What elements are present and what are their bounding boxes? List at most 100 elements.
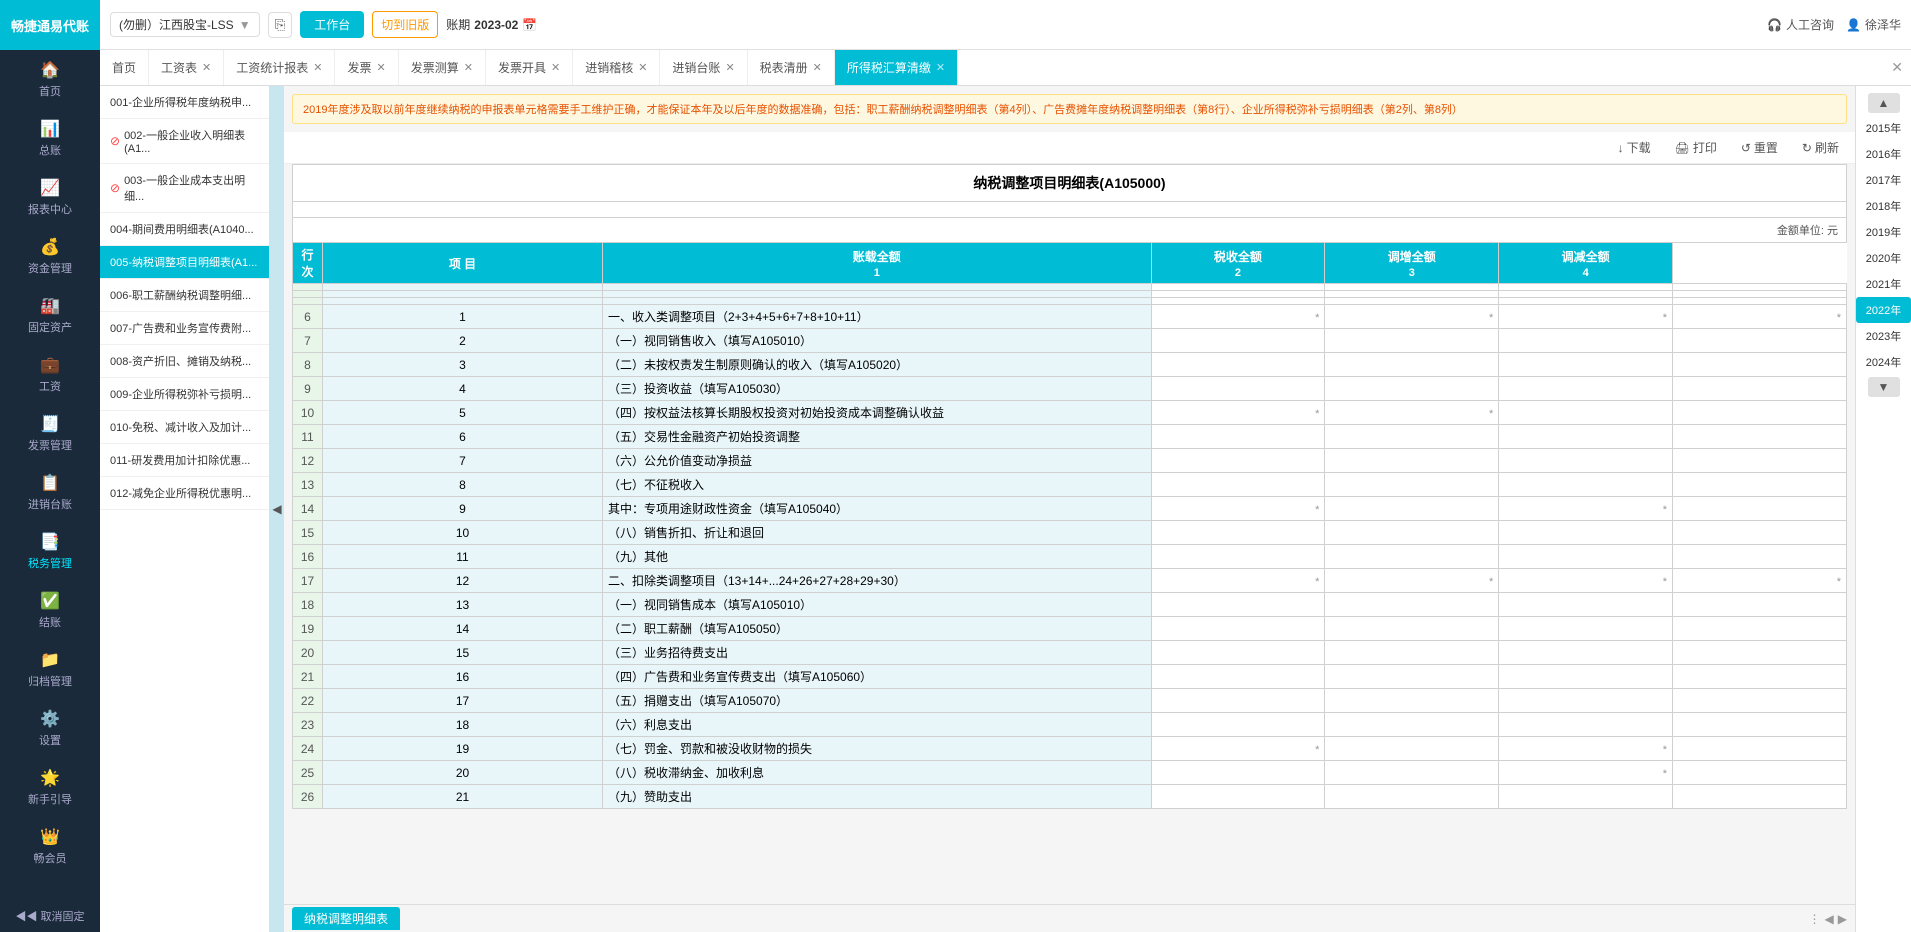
- data-cell-17-0[interactable]: [1151, 641, 1325, 665]
- user-menu[interactable]: 👤 徐泽华: [1846, 16, 1901, 33]
- data-cell-17-3[interactable]: [1673, 641, 1847, 665]
- data-cell-8-3[interactable]: [1673, 425, 1847, 449]
- data-cell-19-0[interactable]: [1151, 689, 1325, 713]
- tab-2[interactable]: 工资统计报表✕: [224, 50, 335, 85]
- data-cell-1-0[interactable]: [1151, 291, 1325, 298]
- data-cell-15-0[interactable]: [1151, 593, 1325, 617]
- data-cell-5-3[interactable]: [1673, 353, 1847, 377]
- data-cell-15-2[interactable]: [1499, 593, 1673, 617]
- data-cell-10-2[interactable]: [1499, 473, 1673, 497]
- data-cell-12-0[interactable]: [1151, 521, 1325, 545]
- data-cell-10-1[interactable]: [1325, 473, 1499, 497]
- data-cell-5-1[interactable]: [1325, 353, 1499, 377]
- data-cell-7-3[interactable]: [1673, 401, 1847, 425]
- data-cell-3-1[interactable]: *: [1325, 305, 1499, 329]
- data-cell-16-2[interactable]: [1499, 617, 1673, 641]
- help-button[interactable]: 🎧 人工咨询: [1767, 16, 1834, 33]
- data-cell-10-3[interactable]: [1673, 473, 1847, 497]
- company-selector[interactable]: (勿删）江西股宝-LSS ▼: [110, 12, 260, 37]
- data-cell-2-1[interactable]: [1325, 298, 1499, 305]
- year-item-9[interactable]: 2024年: [1856, 349, 1911, 375]
- data-cell-18-1[interactable]: [1325, 665, 1499, 689]
- data-cell-21-1[interactable]: [1325, 737, 1499, 761]
- data-cell-11-3[interactable]: [1673, 497, 1847, 521]
- workbench-button[interactable]: 工作台: [300, 11, 364, 38]
- sidebar-item-9[interactable]: ✅结账: [0, 581, 100, 640]
- old-version-button[interactable]: 切到旧版: [372, 11, 438, 38]
- data-cell-4-3[interactable]: [1673, 329, 1847, 353]
- data-cell-9-0[interactable]: [1151, 449, 1325, 473]
- year-item-6[interactable]: 2021年: [1856, 271, 1911, 297]
- data-cell-6-0[interactable]: [1151, 377, 1325, 401]
- data-cell-11-0[interactable]: *: [1151, 497, 1325, 521]
- data-cell-5-2[interactable]: [1499, 353, 1673, 377]
- sidebar-item-13[interactable]: 👑畅会员: [0, 817, 100, 876]
- data-cell-16-0[interactable]: [1151, 617, 1325, 641]
- year-item-8[interactable]: 2023年: [1856, 323, 1911, 349]
- data-cell-23-3[interactable]: [1673, 785, 1847, 809]
- tab-close-6[interactable]: ✕: [638, 61, 647, 74]
- sheet-tab-button[interactable]: 纳税调整明细表: [292, 907, 400, 930]
- calendar-icon[interactable]: 📅: [522, 18, 537, 32]
- tab-close-4[interactable]: ✕: [464, 61, 473, 74]
- data-cell-14-0[interactable]: *: [1151, 569, 1325, 593]
- form-item-11[interactable]: 012-减免企业所得税优惠明...: [100, 477, 269, 510]
- form-item-1[interactable]: ⊘002-一般企业收入明细表(A1...: [100, 119, 269, 164]
- tab-close-7[interactable]: ✕: [725, 61, 734, 74]
- data-cell-20-0[interactable]: [1151, 713, 1325, 737]
- sidebar-item-7[interactable]: 📋进销台账: [0, 463, 100, 522]
- sidebar-item-8[interactable]: 📑税务管理: [0, 522, 100, 581]
- sidebar-item-2[interactable]: 📈报表中心: [0, 168, 100, 227]
- tab-close-2[interactable]: ✕: [313, 61, 322, 74]
- data-cell-19-1[interactable]: [1325, 689, 1499, 713]
- data-cell-2-3[interactable]: [1673, 298, 1847, 305]
- data-cell-16-1[interactable]: [1325, 617, 1499, 641]
- data-cell-9-2[interactable]: [1499, 449, 1673, 473]
- tab-close-8[interactable]: ✕: [813, 61, 822, 74]
- data-cell-13-3[interactable]: [1673, 545, 1847, 569]
- data-cell-7-0[interactable]: *: [1151, 401, 1325, 425]
- data-cell-15-3[interactable]: [1673, 593, 1847, 617]
- data-cell-15-1[interactable]: [1325, 593, 1499, 617]
- tab-4[interactable]: 发票测算✕: [399, 50, 486, 85]
- year-item-1[interactable]: 2016年: [1856, 141, 1911, 167]
- download-button[interactable]: ↓ 下载: [1612, 136, 1657, 159]
- data-cell-6-1[interactable]: [1325, 377, 1499, 401]
- data-cell-17-1[interactable]: [1325, 641, 1499, 665]
- unpin-button[interactable]: ◀◀ 取消固定: [0, 900, 100, 932]
- data-cell-14-2[interactable]: *: [1499, 569, 1673, 593]
- tab-close-1[interactable]: ✕: [202, 61, 211, 74]
- data-cell-0-2[interactable]: [1499, 284, 1673, 291]
- data-cell-9-3[interactable]: [1673, 449, 1847, 473]
- data-cell-3-2[interactable]: *: [1499, 305, 1673, 329]
- data-cell-14-3[interactable]: *: [1673, 569, 1847, 593]
- sidebar-item-1[interactable]: 📊总账: [0, 109, 100, 168]
- sidebar-item-6[interactable]: 🧾发票管理: [0, 404, 100, 463]
- data-cell-9-1[interactable]: [1325, 449, 1499, 473]
- copy-icon-btn[interactable]: ⎘: [268, 12, 293, 38]
- sidebar-item-10[interactable]: 📁归档管理: [0, 640, 100, 699]
- data-cell-22-1[interactable]: [1325, 761, 1499, 785]
- data-cell-19-3[interactable]: [1673, 689, 1847, 713]
- data-cell-21-0[interactable]: *: [1151, 737, 1325, 761]
- form-item-7[interactable]: 008-资产折旧、摊销及纳税...: [100, 345, 269, 378]
- data-cell-7-1[interactable]: *: [1325, 401, 1499, 425]
- data-cell-1-2[interactable]: [1499, 291, 1673, 298]
- data-cell-2-2[interactable]: [1499, 298, 1673, 305]
- data-cell-8-1[interactable]: [1325, 425, 1499, 449]
- form-item-6[interactable]: 007-广告费和业务宣传费附...: [100, 312, 269, 345]
- form-item-4[interactable]: 005-纳税调整项目明细表(A1...: [100, 246, 269, 279]
- data-cell-16-3[interactable]: [1673, 617, 1847, 641]
- sidebar-item-0[interactable]: 🏠首页: [0, 50, 100, 109]
- data-cell-18-0[interactable]: [1151, 665, 1325, 689]
- data-cell-20-1[interactable]: [1325, 713, 1499, 737]
- year-item-0[interactable]: 2015年: [1856, 115, 1911, 141]
- form-item-5[interactable]: 006-职工薪酬纳税调整明细...: [100, 279, 269, 312]
- data-cell-4-2[interactable]: [1499, 329, 1673, 353]
- tab-close-5[interactable]: ✕: [551, 61, 560, 74]
- data-cell-6-2[interactable]: [1499, 377, 1673, 401]
- tab-6[interactable]: 进销稽核✕: [573, 50, 660, 85]
- data-cell-0-3[interactable]: [1673, 284, 1847, 291]
- data-cell-23-1[interactable]: [1325, 785, 1499, 809]
- collapse-panel-button[interactable]: ◀: [270, 86, 284, 932]
